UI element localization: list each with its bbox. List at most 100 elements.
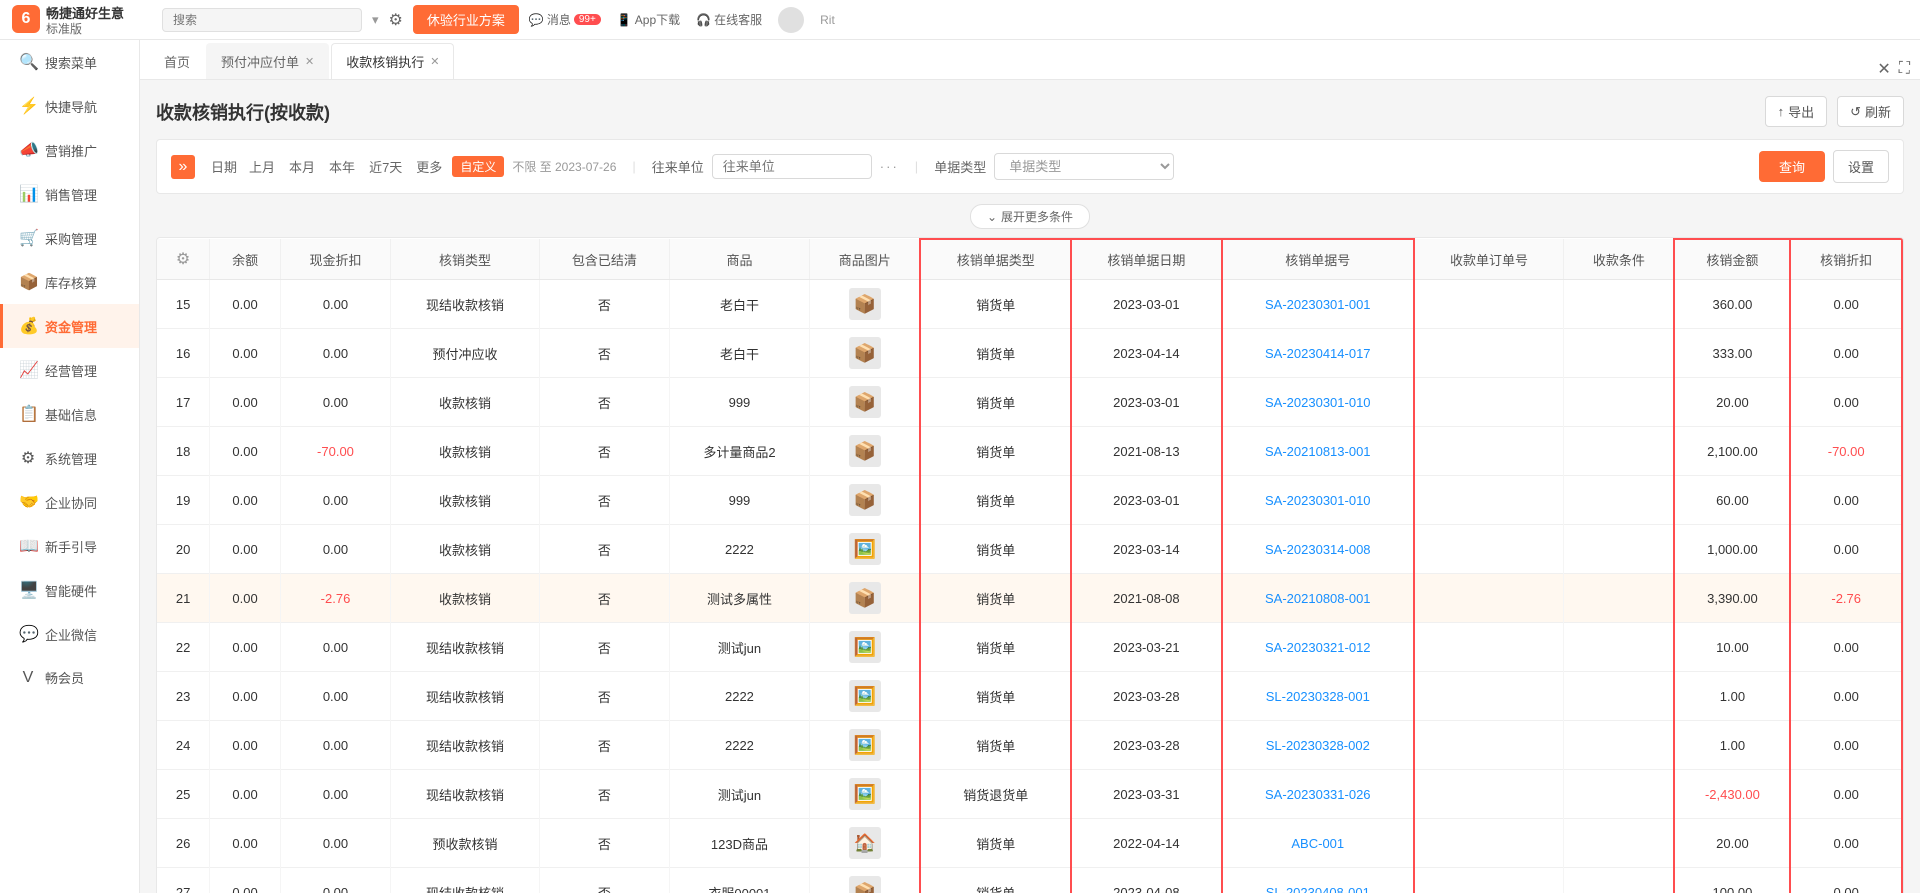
bill-no-link[interactable]: SL-20230408-001 [1266, 885, 1370, 893]
sidebar-item-marketing[interactable]: 📣 营销推广 [0, 128, 139, 172]
cell-bill-no[interactable]: SA-20230414-017 [1222, 329, 1414, 378]
source-input[interactable] [712, 154, 872, 179]
filter-toggle-button[interactable]: » [171, 155, 195, 179]
bill-no-link[interactable]: SA-20210808-001 [1265, 591, 1371, 606]
bill-no-link[interactable]: SA-20210813-001 [1265, 444, 1371, 459]
message-icon: 💬 [529, 13, 544, 27]
online-service-button[interactable]: 🎧 在线客服 [696, 11, 762, 28]
cell-bill-no[interactable]: SA-20230321-012 [1222, 623, 1414, 672]
cell-discount: 0.00 [1790, 868, 1902, 893]
cell-bill-no[interactable]: SL-20230328-002 [1222, 721, 1414, 770]
cell-bill-no[interactable]: SL-20230408-001 [1222, 868, 1414, 893]
date-custom-button[interactable]: 自定义 [452, 156, 504, 177]
tab-close-all-button[interactable]: ✕ [1877, 59, 1890, 79]
cell-balance: 0.00 [210, 427, 281, 476]
cell-type: 预付冲应收 [390, 329, 539, 378]
sidebar-item-quicknav[interactable]: ⚡ 快捷导航 [0, 84, 139, 128]
cell-bill-no[interactable]: ABC-001 [1222, 819, 1414, 868]
brand-icon: 6 [12, 5, 40, 33]
cell-order-no [1414, 819, 1564, 868]
billtype-select[interactable]: 单据类型 [994, 153, 1174, 180]
sidebar-item-finance[interactable]: 💰 资金管理 [0, 304, 139, 348]
bill-no-link[interactable]: SA-20230301-010 [1265, 395, 1371, 410]
sidebar-item-collab[interactable]: 🤝 企业协同 [0, 480, 139, 524]
tab-expand-button[interactable]: ⛶ [1899, 60, 1910, 78]
cell-goods-img: 🖼️ [810, 525, 921, 574]
sidebar-item-search[interactable]: 🔍 搜索菜单 [0, 40, 139, 84]
cell-bill-no[interactable]: SA-20230301-010 [1222, 476, 1414, 525]
filter-bar: » 日期 上月 本月 本年 近7天 更多 自定义 不限 至 2023-07-26… [156, 139, 1904, 194]
tab-prepay[interactable]: 预付冲应付单 ✕ [206, 43, 329, 79]
date-option-this-year[interactable]: 本年 [325, 155, 359, 178]
bill-no-link[interactable]: SA-20230301-001 [1265, 297, 1371, 312]
tab-writeoff[interactable]: 收款核销执行 ✕ [331, 43, 454, 79]
export-icon: ↑ [1778, 104, 1785, 119]
refresh-button[interactable]: ↺ 刷新 [1837, 96, 1904, 127]
cell-id: 18 [157, 427, 210, 476]
tab-prepay-close[interactable]: ✕ [305, 55, 314, 68]
bill-no-link[interactable]: SA-20230331-026 [1265, 787, 1371, 802]
sidebar-item-inventory[interactable]: 📦 库存核算 [0, 260, 139, 304]
cell-type: 收款核销 [390, 427, 539, 476]
sidebar-item-hardware[interactable]: 🖥️ 智能硬件 [0, 568, 139, 612]
cell-bill-date: 2023-03-01 [1071, 280, 1222, 329]
finance-icon: 💰 [19, 316, 37, 336]
gear-icon[interactable]: ⚙ [389, 10, 403, 30]
bill-no-link[interactable]: SA-20230321-012 [1265, 640, 1371, 655]
date-option-more[interactable]: 更多 [412, 155, 446, 178]
sidebar-item-operations[interactable]: 📈 经营管理 [0, 348, 139, 392]
cell-goods-img: 📦 [810, 868, 921, 893]
bill-no-link[interactable]: ABC-001 [1291, 836, 1344, 851]
search-input[interactable] [162, 8, 362, 32]
query-button[interactable]: 查询 [1759, 151, 1825, 182]
sidebar-label-guide: 新手引导 [45, 537, 97, 556]
date-option-this-month[interactable]: 本月 [285, 155, 319, 178]
message-button[interactable]: 💬 消息 99+ [529, 11, 601, 28]
cell-bill-no[interactable]: SL-20230328-001 [1222, 672, 1414, 721]
export-button[interactable]: ↑ 导出 [1765, 96, 1828, 127]
avatar[interactable] [778, 7, 804, 33]
sidebar-item-sales[interactable]: 📊 销售管理 [0, 172, 139, 216]
table-row: 20 0.00 0.00 收款核销 否 2222 🖼️ 销货单 2023-03-… [157, 525, 1902, 574]
table-row: 17 0.00 0.00 收款核销 否 999 📦 销货单 2023-03-01… [157, 378, 1902, 427]
industry-button[interactable]: 休验行业方案 [413, 5, 519, 34]
sidebar-label-marketing: 营销推广 [45, 141, 97, 160]
bill-no-link[interactable]: SL-20230328-002 [1266, 738, 1370, 753]
bill-no-link[interactable]: SL-20230328-001 [1266, 689, 1370, 704]
cell-settled: 否 [540, 280, 670, 329]
sidebar-item-purchase[interactable]: 🛒 采购管理 [0, 216, 139, 260]
app-download-button[interactable]: 📱 App下载 [617, 11, 680, 28]
cell-bill-no[interactable]: SA-20210813-001 [1222, 427, 1414, 476]
date-option-last-month[interactable]: 上月 [245, 155, 279, 178]
cell-goods: 老白干 [669, 280, 809, 329]
download-icon: 📱 [617, 13, 632, 27]
cell-balance: 0.00 [210, 378, 281, 427]
expand-more-button[interactable]: ⌄ 展开更多条件 [970, 204, 1090, 229]
tab-home[interactable]: 首页 [150, 43, 204, 79]
cell-bill-no[interactable]: SA-20230331-026 [1222, 770, 1414, 819]
cell-bill-no[interactable]: SA-20230314-008 [1222, 525, 1414, 574]
col-settings[interactable]: ⚙ [157, 239, 210, 280]
cell-bill-no[interactable]: SA-20230301-010 [1222, 378, 1414, 427]
filter-settings-button[interactable]: 设置 [1833, 150, 1889, 183]
cell-cash-discount: 0.00 [281, 623, 391, 672]
sidebar-item-basic[interactable]: 📋 基础信息 [0, 392, 139, 436]
tab-writeoff-close[interactable]: ✕ [430, 55, 439, 68]
cell-bill-type: 销货单 [920, 378, 1071, 427]
cell-bill-no[interactable]: SA-20230301-001 [1222, 280, 1414, 329]
tab-bar-actions: ✕ ⛶ [1877, 59, 1910, 79]
bill-no-link[interactable]: SA-20230414-017 [1265, 346, 1371, 361]
sidebar-item-member[interactable]: V 畅会员 [0, 656, 139, 699]
col-goods: 商品 [669, 239, 809, 280]
sidebar-item-guide[interactable]: 📖 新手引导 [0, 524, 139, 568]
home-label: 首页 [164, 52, 190, 71]
sidebar-item-system[interactable]: ⚙ 系统管理 [0, 436, 139, 480]
cell-bill-no[interactable]: SA-20210808-001 [1222, 574, 1414, 623]
cell-goods-img: 📦 [810, 476, 921, 525]
sidebar-item-wechat[interactable]: 💬 企业微信 [0, 612, 139, 656]
cell-cash-discount: 0.00 [281, 868, 391, 893]
date-option-7days[interactable]: 近7天 [365, 155, 406, 178]
page-content: 收款核销执行(按收款) ↑ 导出 ↺ 刷新 » 日期 [140, 80, 1920, 893]
bill-no-link[interactable]: SA-20230301-010 [1265, 493, 1371, 508]
bill-no-link[interactable]: SA-20230314-008 [1265, 542, 1371, 557]
